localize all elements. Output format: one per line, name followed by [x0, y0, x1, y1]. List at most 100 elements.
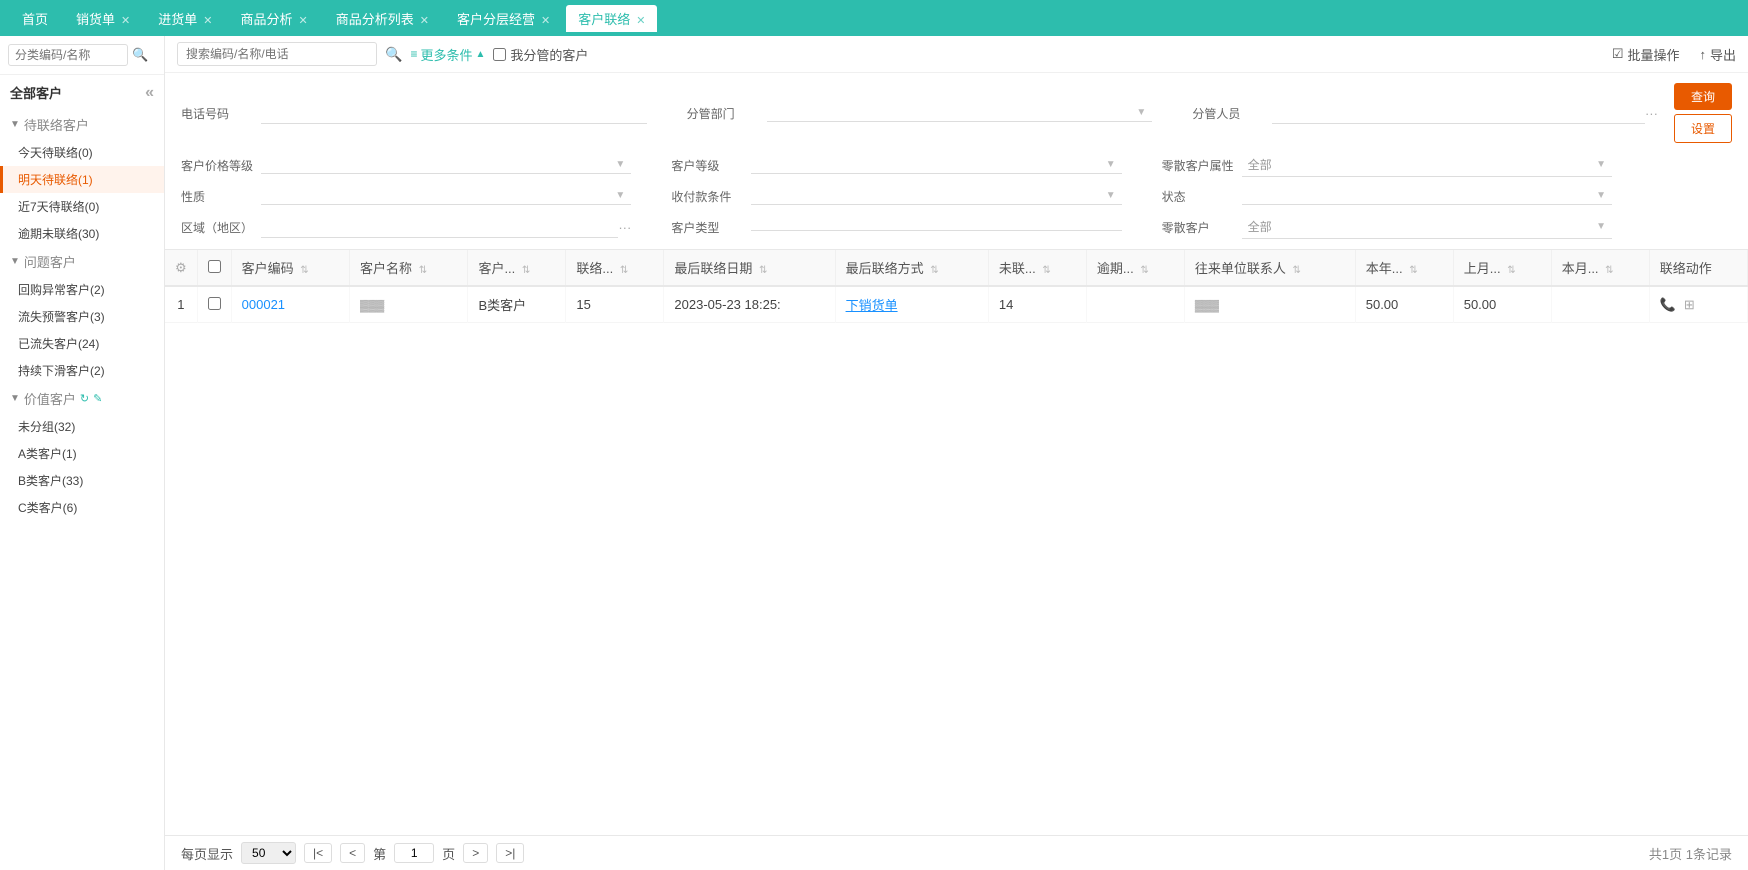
page-size-select[interactable]: 50 100 200: [241, 842, 296, 864]
td-contact-person: ▓▓▓: [1184, 286, 1355, 323]
sidebar-item-c-class[interactable]: C类客户(6): [0, 494, 164, 521]
query-button[interactable]: 查询: [1674, 83, 1732, 110]
sidebar-item-churn-warning[interactable]: 流失预警客户(3): [0, 303, 164, 330]
prev-page-button[interactable]: <: [340, 843, 365, 863]
action-buttons: 查询 设置: [1674, 83, 1732, 143]
nav-product-analysis-list[interactable]: 商品分析列表✕: [324, 5, 441, 32]
th-settings[interactable]: ⚙: [165, 250, 197, 286]
row-checkbox[interactable]: [208, 297, 221, 310]
nav-product-analysis[interactable]: 商品分析✕: [228, 5, 319, 32]
sidebar-search-icon[interactable]: 🔍: [132, 47, 148, 63]
nav-customer-layering[interactable]: 客户分层经营✕: [445, 5, 562, 32]
sidebar-item-churned[interactable]: 已流失客户(24): [0, 330, 164, 357]
th-contact-person[interactable]: 往来单位联系人 ⇅: [1184, 250, 1355, 286]
manager-more-icon[interactable]: ···: [1645, 106, 1658, 121]
phone-input[interactable]: [261, 103, 647, 124]
sidebar-item-ungrouped[interactable]: 未分组(32): [0, 413, 164, 440]
sidebar-item-a-class[interactable]: A类客户(1): [0, 440, 164, 467]
th-customer-name[interactable]: 客户名称 ⇅: [350, 250, 468, 286]
th-overdue[interactable]: 逾期... ⇅: [1086, 250, 1184, 286]
sidebar: 🔍 全部客户 « ▼ 待联络客户 今天待联络(0) 明天待联络(1) 近7天待联…: [0, 36, 165, 870]
retail-customer-select[interactable]: 全部 ▼: [1242, 215, 1612, 239]
settings-button[interactable]: 设置: [1674, 114, 1732, 143]
td-contact-actions: 📞 ⊞: [1649, 286, 1747, 323]
sidebar-search-input[interactable]: [8, 44, 128, 66]
nav-sales-order[interactable]: 销货单✕: [64, 5, 142, 32]
customer-code-link[interactable]: 000021: [242, 297, 285, 312]
customer-type-select[interactable]: [751, 224, 1121, 231]
retail-attr-select[interactable]: 全部 ▼: [1242, 153, 1612, 177]
close-tab-sales[interactable]: ✕: [121, 15, 130, 27]
manager-input[interactable]: [1272, 103, 1645, 124]
first-page-button[interactable]: |<: [304, 843, 332, 863]
th-customer-type[interactable]: 客户... ⇅: [468, 250, 566, 286]
sidebar-all-customers[interactable]: 全部客户 «: [0, 75, 164, 110]
th-not-contacted[interactable]: 未联... ⇅: [988, 250, 1086, 286]
phone-label: 电话号码: [181, 105, 261, 122]
batch-operation-button[interactable]: ☑ 批量操作: [1612, 45, 1680, 64]
nature-label: 性质: [181, 188, 261, 205]
grid-action-icon[interactable]: ⊞: [1684, 297, 1695, 313]
sidebar-collapse-icon[interactable]: «: [145, 84, 154, 102]
close-tab-customer-contact[interactable]: ✕: [636, 15, 645, 27]
page-number-input[interactable]: [394, 843, 434, 863]
payment-chevron-icon: ▼: [1106, 190, 1116, 201]
sidebar-section-problem[interactable]: ▼ 问题客户: [0, 247, 164, 276]
next-page-button[interactable]: >: [463, 843, 488, 863]
contact-method-link[interactable]: 下销货单: [846, 298, 898, 313]
th-contact-count[interactable]: 联络... ⇅: [566, 250, 664, 286]
th-this-year[interactable]: 本年... ⇅: [1355, 250, 1453, 286]
chevron-up-icon: ▲: [475, 49, 485, 60]
sidebar-item-tomorrow-contact[interactable]: 明天待联络(1): [0, 166, 164, 193]
sidebar-item-overdue-contact[interactable]: 逾期未联络(30): [0, 220, 164, 247]
close-tab-purchase[interactable]: ✕: [203, 15, 212, 27]
region-label: 区域（地区）: [181, 219, 261, 236]
nav-customer-contact[interactable]: 客户联络✕: [566, 5, 657, 32]
table-header-row: ⚙ 客户编码 ⇅ 客户名称 ⇅ 客户...: [165, 250, 1748, 286]
region-input[interactable]: [261, 217, 618, 238]
customer-level-select[interactable]: ▼: [751, 156, 1121, 174]
filter-search-button[interactable]: 🔍: [385, 46, 402, 63]
last-page-button[interactable]: >|: [496, 843, 524, 863]
refresh-icon[interactable]: ↻: [80, 392, 89, 405]
sidebar-item-b-class[interactable]: B类客户(33): [0, 467, 164, 494]
sort-arrows-name: ⇅: [419, 265, 427, 276]
more-conditions-toggle[interactable]: ≡ 更多条件 ▲: [410, 45, 485, 64]
sidebar-section-value[interactable]: ▼ 价值客户 ↻ ✎: [0, 384, 164, 413]
th-last-contact-date[interactable]: 最后联络日期 ⇅: [664, 250, 835, 286]
nature-select[interactable]: ▼: [261, 187, 631, 205]
phone-action-icon[interactable]: 📞: [1660, 297, 1676, 313]
nav-purchase-order[interactable]: 进货单✕: [146, 5, 224, 32]
nav-home[interactable]: 首页: [10, 5, 60, 32]
close-tab-product-list[interactable]: ✕: [420, 15, 429, 27]
region-more-icon[interactable]: ···: [618, 220, 631, 235]
sidebar-item-declining[interactable]: 持续下滑客户(2): [0, 357, 164, 384]
arrow-icon: ▼: [10, 119, 20, 130]
customer-table: ⚙ 客户编码 ⇅ 客户名称 ⇅ 客户...: [165, 250, 1748, 323]
th-last-month[interactable]: 上月... ⇅: [1453, 250, 1551, 286]
filter-search-input[interactable]: [177, 42, 377, 66]
retail-customer-chevron-icon: ▼: [1596, 221, 1606, 232]
sidebar-item-repurchase-abnormal[interactable]: 回购异常客户(2): [0, 276, 164, 303]
th-this-month[interactable]: 本月... ⇅: [1551, 250, 1649, 286]
close-tab-customer-layer[interactable]: ✕: [541, 15, 550, 27]
filter-manager-field: 分管人员 ···: [1192, 103, 1658, 124]
close-tab-product-analysis[interactable]: ✕: [299, 15, 308, 27]
my-customers-checkbox[interactable]: [493, 48, 506, 61]
sort-arrows-contact: ⇅: [620, 265, 628, 276]
sidebar-item-today-contact[interactable]: 今天待联络(0): [0, 139, 164, 166]
export-button[interactable]: ↑ 导出: [1699, 45, 1736, 64]
sidebar-item-7day-contact[interactable]: 近7天待联络(0): [0, 193, 164, 220]
payment-select[interactable]: ▼: [751, 187, 1121, 205]
sidebar-section-pending[interactable]: ▼ 待联络客户: [0, 110, 164, 139]
select-all-checkbox[interactable]: [208, 260, 221, 273]
th-last-contact-method[interactable]: 最后联络方式 ⇅: [835, 250, 988, 286]
edit-icon[interactable]: ✎: [93, 392, 102, 405]
sort-arrows-overdue: ⇅: [1140, 265, 1148, 276]
td-contact-count: 15: [566, 286, 664, 323]
dept-select[interactable]: ▼: [767, 104, 1153, 122]
th-customer-code[interactable]: 客户编码 ⇅: [231, 250, 349, 286]
status-select[interactable]: ▼: [1242, 187, 1612, 205]
sort-arrows-year: ⇅: [1409, 265, 1417, 276]
price-level-select[interactable]: ▼: [261, 156, 631, 174]
